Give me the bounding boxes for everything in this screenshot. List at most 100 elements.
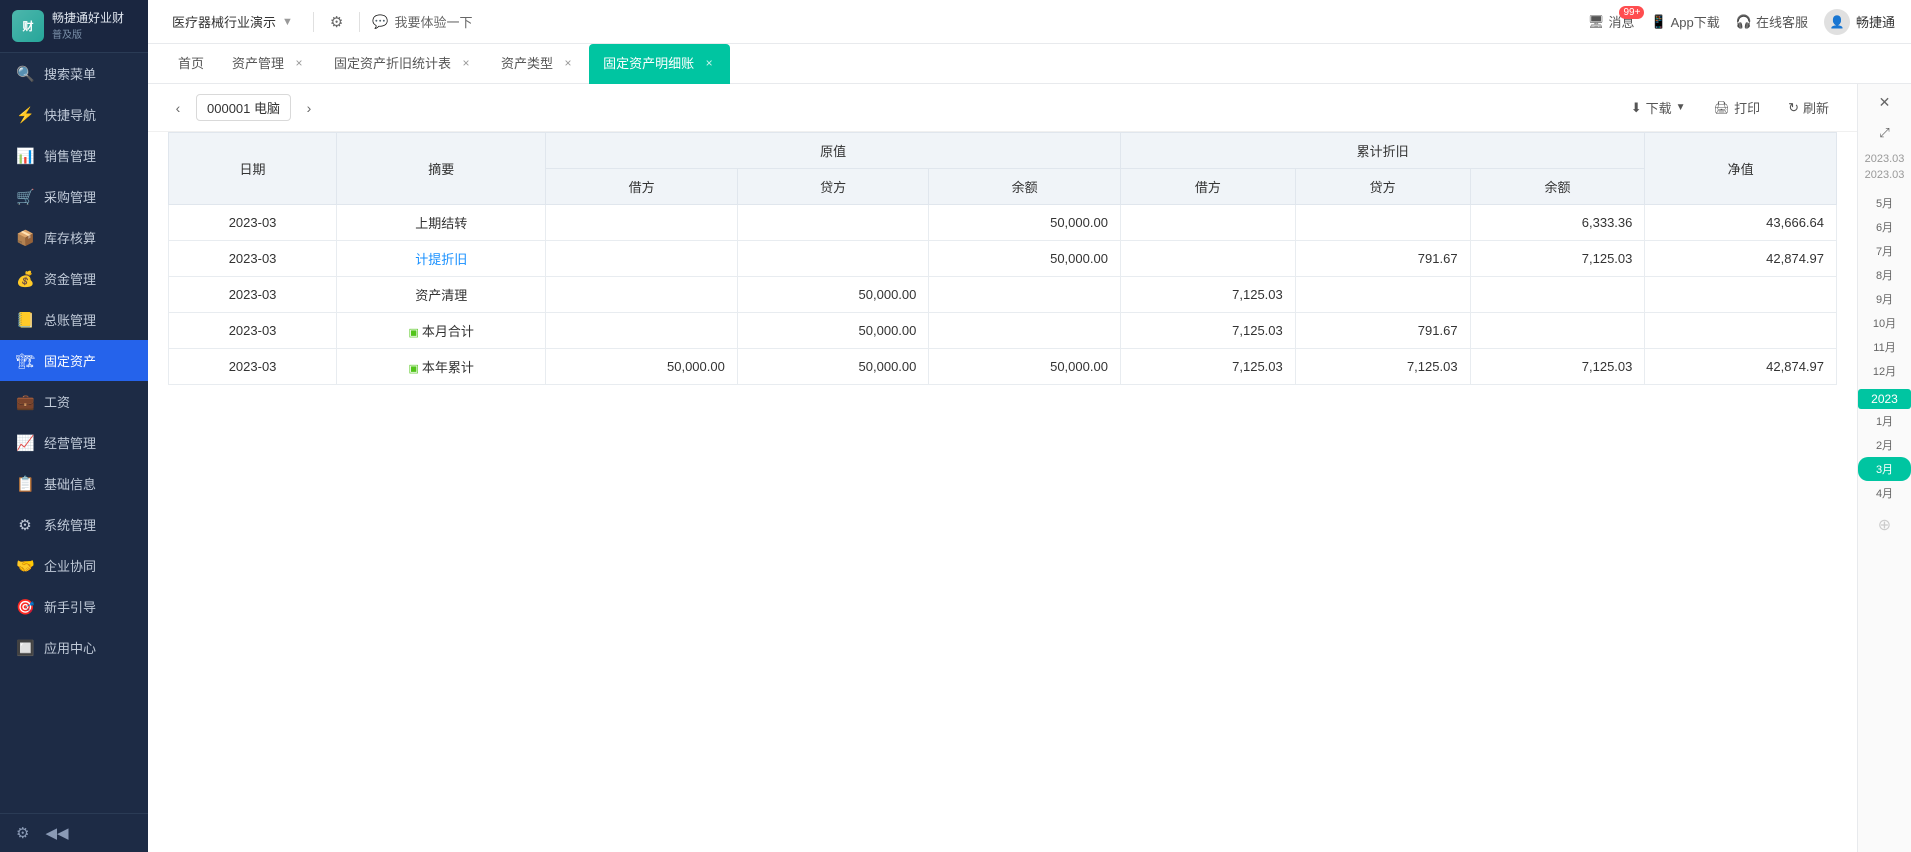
service-button[interactable]: 🎧 在线客服 (1736, 12, 1808, 31)
grid-icon: 🔲 (16, 639, 34, 657)
settings-icon[interactable]: ⚙ (326, 9, 347, 35)
dep-debit-cell: 7,125.03 (1120, 349, 1295, 385)
sidebar-item-search[interactable]: 🔍 搜索菜单 (0, 53, 148, 94)
dep-credit-cell: 7,125.03 (1295, 349, 1470, 385)
download-label: 下载 (1646, 98, 1672, 117)
tabbar: 首页 资产管理 × 固定资产折旧统计表 × 资产类型 × 固定资产明细账 × (148, 44, 1911, 84)
prev-asset-button[interactable]: ‹ (168, 100, 188, 116)
tab-home[interactable]: 首页 (164, 44, 218, 84)
dropdown-icon: ▼ (282, 16, 293, 28)
print-button[interactable]: 🖨 打印 (1706, 94, 1769, 121)
dep-credit-cell: 791.67 (1295, 241, 1470, 277)
timeline-year-2023[interactable]: 2023 (1858, 389, 1911, 409)
col-dep-debit: 借方 (1120, 169, 1295, 205)
timeline-date1: 2023.03 (1865, 153, 1905, 165)
orig-credit-cell (737, 241, 929, 277)
timeline-month-6[interactable]: 6月 (1858, 215, 1911, 239)
company-selector[interactable]: 医疗器械行业演示 ▼ (164, 8, 301, 35)
timeline-month-5[interactable]: 5月 (1858, 191, 1911, 215)
trend-icon: 📈 (16, 434, 34, 452)
timeline-month-11[interactable]: 11月 (1858, 335, 1911, 359)
tab-asset-mgmt[interactable]: 资产管理 × (218, 44, 320, 84)
sidebar-item-operations[interactable]: 📈 经营管理 (0, 422, 148, 463)
tab-home-label: 首页 (178, 53, 204, 72)
experience-button[interactable]: 💬 我要体验一下 (372, 12, 472, 31)
download-icon: 📱 (1650, 14, 1666, 30)
table-row: 2023-03 上期结转 50,000.00 6,333.36 43,666.6… (169, 205, 1837, 241)
collapse-icon[interactable]: ◀◀ (45, 824, 68, 842)
dep-debit-cell: 7,125.03 (1120, 277, 1295, 313)
chart-icon: 📊 (16, 147, 34, 165)
expand-timeline-button[interactable]: ⤢ (1875, 121, 1893, 145)
sidebar-item-fixed-assets[interactable]: 🏗 固定资产 (0, 340, 148, 381)
settings-icon[interactable]: ⚙ (16, 824, 29, 842)
asset-id-display: 000001 电脑 (196, 94, 291, 121)
tab-close-asset-mgmt[interactable]: × (292, 56, 306, 70)
sidebar-item-system[interactable]: ⚙ 系统管理 (0, 504, 148, 545)
avatar: 👤 (1824, 9, 1850, 35)
timeline-month-9[interactable]: 9月 (1858, 287, 1911, 311)
tab-close-asset-detail[interactable]: × (702, 56, 716, 70)
sidebar-item-collab[interactable]: 🤝 企业协同 (0, 545, 148, 586)
ledger-table-container: 日期 摘要 原值 累计折旧 净值 借方 贷方 余额 借方 贷方 余额 (148, 132, 1857, 405)
experience-label: 我要体验一下 (395, 12, 473, 31)
tab-depreciation-stats[interactable]: 固定资产折旧统计表 × (320, 44, 487, 84)
net-value-cell (1645, 313, 1837, 349)
download-button[interactable]: 📱 App下载 (1650, 12, 1719, 31)
timeline-month-12[interactable]: 12月 (1858, 359, 1911, 383)
tab-close-asset-type[interactable]: × (561, 56, 575, 70)
timeline-month-2[interactable]: 2月 (1858, 433, 1911, 457)
orig-balance-cell: 50,000.00 (929, 241, 1121, 277)
orig-debit-cell (546, 313, 738, 349)
sidebar-item-basic-info[interactable]: 📋 基础信息 (0, 463, 148, 504)
close-timeline-button[interactable]: ✕ (1873, 88, 1897, 117)
timeline-month-7[interactable]: 7月 (1858, 239, 1911, 263)
messages-button[interactable]: 🖥 消息 99+ (1588, 12, 1635, 31)
next-asset-button[interactable]: › (299, 100, 319, 116)
sidebar-item-purchase[interactable]: 🛒 采购管理 (0, 176, 148, 217)
print-label: 打印 (1734, 98, 1760, 117)
asset-navigation: ‹ 000001 电脑 › ⬇ 下载 ▼ 🖨 打印 ↻ 刷新 (148, 84, 1857, 132)
sidebar-item-app-center[interactable]: 🔲 应用中心 (0, 627, 148, 668)
sidebar-item-finance[interactable]: 💰 资金管理 (0, 258, 148, 299)
orig-debit-cell (546, 241, 738, 277)
scroll-down-icon[interactable]: ⊕ (1874, 511, 1895, 539)
col-net-value: 净值 (1645, 133, 1837, 205)
summary-cell[interactable]: 计提折旧 (337, 241, 546, 277)
col-original-value: 原值 (546, 133, 1121, 169)
sidebar-item-guide[interactable]: 🎯 新手引导 (0, 586, 148, 627)
sidebar-item-quick-nav[interactable]: ⚡ 快捷导航 (0, 94, 148, 135)
cart-icon: 🛒 (16, 188, 34, 206)
orig-balance-cell: 50,000.00 (929, 349, 1121, 385)
timeline-month-8[interactable]: 8月 (1858, 263, 1911, 287)
sidebar: 财 畅捷通好业财 普及版 🔍 搜索菜单 ⚡ 快捷导航 📊 销售管理 🛒 采购管理… (0, 0, 148, 852)
col-orig-credit: 贷方 (737, 169, 929, 205)
box-icon: 📦 (16, 229, 34, 247)
net-value-cell: 42,874.97 (1645, 349, 1837, 385)
dep-balance-cell (1470, 313, 1645, 349)
dep-balance-cell: 7,125.03 (1470, 241, 1645, 277)
sidebar-item-inventory[interactable]: 📦 库存核算 (0, 217, 148, 258)
timeline-month-1[interactable]: 1月 (1858, 409, 1911, 433)
tab-asset-type[interactable]: 资产类型 × (487, 44, 589, 84)
summary-cell: 上期结转 (337, 205, 546, 241)
refresh-button[interactable]: ↻ 刷新 (1780, 94, 1837, 121)
main-content: 医疗器械行业演示 ▼ ⚙ 💬 我要体验一下 🖥 消息 99+ 📱 App下载 🎧… (148, 0, 1911, 852)
user-profile[interactable]: 👤 畅捷通 (1824, 9, 1895, 35)
ledger-table: 日期 摘要 原值 累计折旧 净值 借方 贷方 余额 借方 贷方 余额 (168, 132, 1837, 385)
timeline-month-10[interactable]: 10月 (1858, 311, 1911, 335)
timeline-month-4[interactable]: 4月 (1858, 481, 1911, 505)
timeline-month-3[interactable]: 3月 (1858, 457, 1911, 481)
timeline-panel: ✕ ⤢ 2023.03 2023.03 5月 6月 7月 8月 9月 10月 1… (1857, 84, 1911, 852)
sidebar-item-sales[interactable]: 📊 销售管理 (0, 135, 148, 176)
net-value-cell (1645, 277, 1837, 313)
tab-asset-mgmt-label: 资产管理 (232, 53, 284, 72)
tab-close-depreciation-stats[interactable]: × (459, 56, 473, 70)
sidebar-item-payroll[interactable]: 💼 工资 (0, 381, 148, 422)
sidebar-item-ledger[interactable]: 📒 总账管理 (0, 299, 148, 340)
download-button[interactable]: ⬇ 下载 ▼ (1623, 94, 1694, 121)
date-cell: 2023-03 (169, 205, 337, 241)
handshake-icon: 🤝 (16, 557, 34, 575)
tab-asset-detail[interactable]: 固定资产明细账 × (589, 44, 730, 84)
download-label: App下载 (1671, 12, 1720, 31)
